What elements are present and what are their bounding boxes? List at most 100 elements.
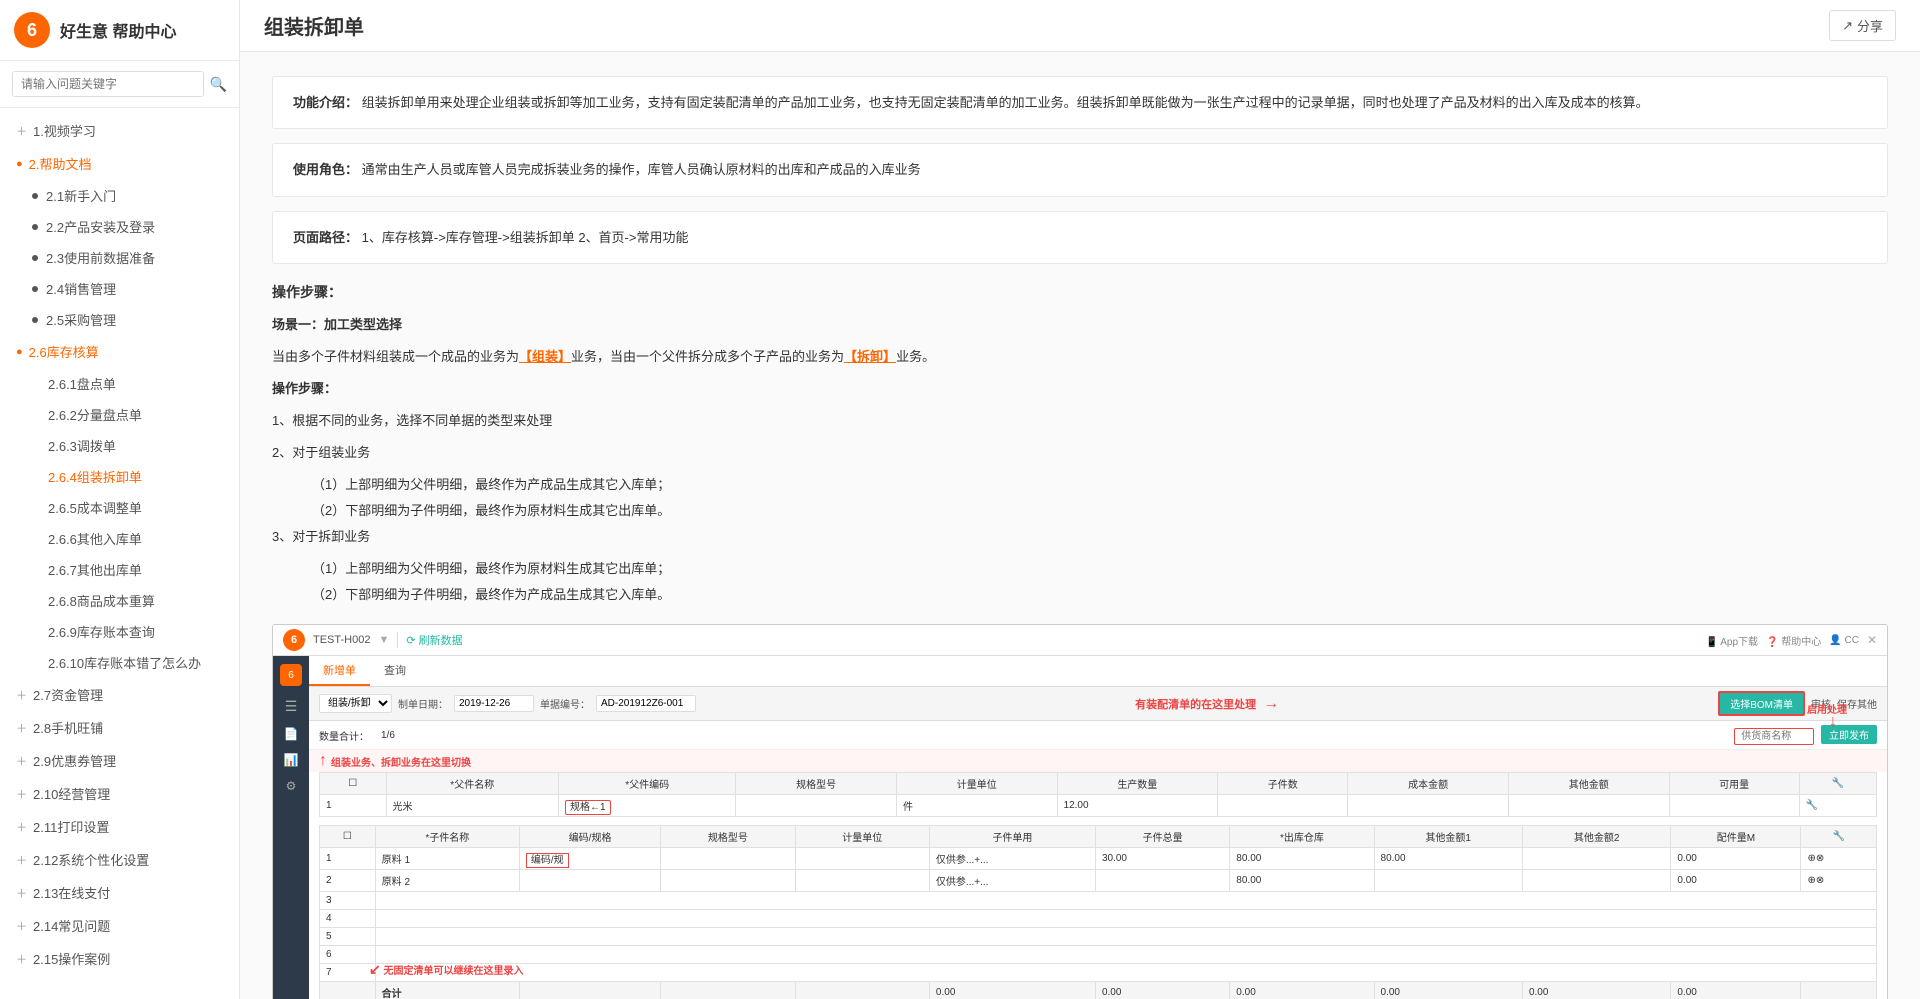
sidebar-item-inventory[interactable]: ● 2.6库存核算 (0, 335, 239, 368)
scenario-desc: 当由多个子件材料组装成一个成品的业务为【组装】业务，当由一个父件拆分成多个子产品… (272, 344, 1888, 370)
table-row: 7 (320, 964, 1877, 982)
label-coupon: 2.9优惠券管理 (33, 751, 116, 770)
th-unit: 计量单位 (896, 773, 1057, 795)
share-icon: ↗ (1842, 18, 1853, 34)
sidebar-item-stocktake[interactable]: 2.6.1盘点单 (0, 368, 239, 399)
app-toolbar-date-label: 制单日期： (398, 696, 448, 711)
ltd-check-6: 6 (320, 946, 376, 964)
label-inventory: 2.6库存核算 (29, 342, 99, 361)
label-data: 2.3使用前数据准备 (46, 248, 155, 267)
ltd-qty-1: 0.00 (1671, 848, 1801, 870)
arrow-right-icon: → (1263, 695, 1279, 712)
td-ops-1: 🔧 (1799, 795, 1876, 817)
table-row: 6 (320, 946, 1877, 964)
search-button[interactable]: 🔍 (210, 76, 227, 93)
role-text: 通常由生产人员或库管人员完成拆装业务的操作，库管人员确认原材料的出库和产成品的入… (362, 162, 921, 177)
func-intro-text: 组装拆卸单用来处理企业组装或拆卸等加工业务，支持有固定装配清单的产品加工业务，也… (362, 95, 1649, 110)
ltd-empty-3 (375, 892, 1876, 910)
ltd-qty-2: 0.00 (1671, 870, 1801, 892)
label-mobile: 2.8手机旺铺 (33, 718, 103, 737)
ltd-spec-2 (661, 870, 795, 892)
app-lower-table-container: ↙ 无固定清单可以继续在这里录入 ☐ *子件名称 编码/规格 规格型号 (309, 821, 1887, 999)
th-check: ☐ (320, 773, 387, 795)
arrow-down-no-bom: ↙ (369, 961, 381, 977)
app-date-input[interactable] (454, 695, 534, 712)
sidebar-item-data[interactable]: 2.3使用前数据准备 (0, 242, 239, 273)
label-stockerror: 2.6.10库存账本错了怎么办 (48, 653, 201, 672)
th-parent-name: *父件名称 (386, 773, 558, 795)
sidebar-item-purchase[interactable]: 2.5采购管理 (0, 304, 239, 335)
sidebar-item-newcomer[interactable]: 2.1新手入门 (0, 180, 239, 211)
sidebar-item-stockerror[interactable]: 2.6.10库存账本错了怎么办 (0, 647, 239, 678)
app-topbar-sep1: ▼ (378, 634, 389, 646)
sidebar-item-splitstock[interactable]: 2.6.2分量盘点单 (0, 399, 239, 430)
label-finance: 2.7资金管理 (33, 685, 103, 704)
tfoot-sum5: 0.00 (1522, 982, 1670, 999)
upper-table-body: 1 光米 规格←1 件 12.00 (320, 795, 1877, 817)
label-goodscost: 2.6.8商品成本重算 (48, 591, 155, 610)
sidebar-item-custom[interactable]: ＋ 2.12系统个性化设置 (0, 843, 239, 876)
ltd-total-1: 30.00 (1095, 848, 1229, 870)
main: 组装拆卸单 ↗ 分享 功能介绍： 组装拆卸单用来处理企业组装或拆卸等加工业务，支… (240, 0, 1920, 999)
sidebar-item-operation[interactable]: ＋ 2.10经营管理 (0, 777, 239, 810)
app-tab-new[interactable]: 新增单 (309, 656, 370, 686)
ltd-check-3: 3 (320, 892, 376, 910)
sidebar-item-cases[interactable]: ＋ 2.15操作案例 (0, 942, 239, 975)
sidebar-item-coupon[interactable]: ＋ 2.9优惠券管理 (0, 744, 239, 777)
sidebar-item-video-label: 1.视频学习 (33, 121, 96, 140)
tfoot-sum2: 0.00 (1095, 982, 1229, 999)
label-costadj: 2.6.5成本调整单 (48, 498, 142, 517)
sidebar-item-mobile[interactable]: ＋ 2.8手机旺铺 (0, 711, 239, 744)
ltd-check-7: 7 (320, 964, 376, 982)
sidebar-item-sales[interactable]: 2.4销售管理 (0, 273, 239, 304)
sidebar-item-costadj[interactable]: 2.6.5成本调整单 (0, 492, 239, 523)
ltd-ops-2: ⊕⊗ (1801, 870, 1877, 892)
dot-sales (32, 286, 38, 292)
tfoot-sum3: 0.00 (1230, 982, 1374, 999)
sidebar-item-print[interactable]: ＋ 2.11打印设置 (0, 810, 239, 843)
sidebar-item-goodscost[interactable]: 2.6.8商品成本重算 (0, 585, 239, 616)
annotation-row: ↑ 组装业务、拆卸业务在这里切换 (309, 750, 1887, 772)
expand-icon-mobile: ＋ (16, 720, 27, 736)
label-assembly: 2.6.4组装拆卸单 (48, 467, 142, 486)
td-parent-code-1: 规格←1 (558, 795, 735, 817)
app-refresh-btn[interactable]: ⟳ 刷新数据 (406, 632, 462, 648)
tfoot-c4 (795, 982, 929, 999)
lower-table-foot: 合计 0.00 0.00 0.00 0.00 0.00 (320, 982, 1877, 999)
app-upper-table-container: ☐ *父件名称 *父件编码 规格型号 计量单位 生产数量 子件数 成本金额 其他 (309, 772, 1887, 821)
sidebar-item-finance[interactable]: ＋ 2.7资金管理 (0, 678, 239, 711)
label-adjust: 2.6.3调拨单 (48, 436, 116, 455)
app-tab-query[interactable]: 查询 (370, 656, 420, 686)
step3-sub1: （1）上部明细为父件明细，最终作为原材料生成其它出库单； (312, 556, 1888, 582)
expand-icon-inventory: ● (16, 346, 23, 358)
step2-subs: （1）上部明细为父件明细，最终作为产成品生成其它入库单； （2）下部明细为子件明… (312, 472, 1888, 524)
app-bom-btn[interactable]: 选择BOM清单 (1718, 691, 1805, 716)
sidebar-item-stockcheck[interactable]: 2.6.9库存账本查询 (0, 616, 239, 647)
annotation-bom-area: 有装配清单的在这里处理 → (702, 695, 1712, 713)
op-steps-label: 操作步骤： (272, 381, 337, 396)
app-process-input[interactable] (1734, 728, 1814, 745)
th-sub-count: 子件数 (1218, 773, 1348, 795)
label-stocktake: 2.6.1盘点单 (48, 374, 116, 393)
sidebar-item-docs[interactable]: ● 2.帮助文档 (0, 147, 239, 180)
app-type-select[interactable]: 组装/拆卸 (319, 694, 392, 713)
sidebar-item-otherinstock[interactable]: 2.6.6其他入库单 (0, 523, 239, 554)
dot-data (32, 255, 38, 261)
app-brand: 好生意 帮助中心 (60, 18, 176, 42)
expand-icon-print: ＋ (16, 819, 27, 835)
sidebar-item-install[interactable]: 2.2产品安装及登录 (0, 211, 239, 242)
step3: 3、对于拆卸业务 (272, 524, 1888, 550)
label-cases: 2.15操作案例 (33, 949, 110, 968)
sidebar-item-onlinepay[interactable]: ＋ 2.13在线支付 (0, 876, 239, 909)
app-close-icon[interactable]: ✕ (1867, 633, 1877, 647)
app-code-input[interactable] (596, 695, 696, 712)
sidebar-item-adjust[interactable]: 2.6.3调拨单 (0, 430, 239, 461)
search-input[interactable] (12, 71, 204, 97)
sidebar-item-assembly[interactable]: 2.6.4组装拆卸单 (0, 461, 239, 492)
sidebar-item-otheroutstock[interactable]: 2.6.7其他出库单 (0, 554, 239, 585)
share-button[interactable]: ↗ 分享 (1829, 10, 1896, 41)
label-operation: 2.10经营管理 (33, 784, 110, 803)
label-splitstock: 2.6.2分量盘点单 (48, 405, 142, 424)
sidebar-item-video[interactable]: ＋ 1.视频学习 (0, 114, 239, 147)
sidebar-item-faq[interactable]: ＋ 2.14常见问题 (0, 909, 239, 942)
